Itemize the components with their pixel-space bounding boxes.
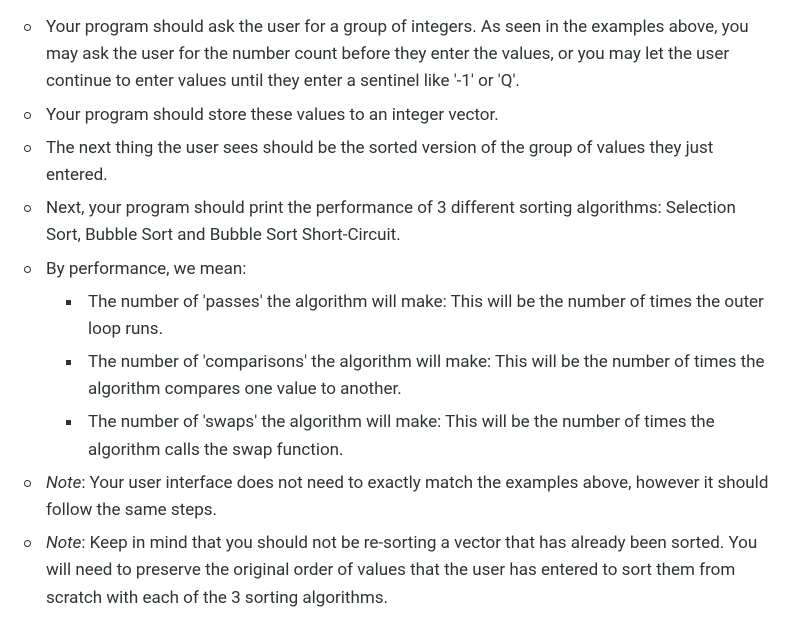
item-text: By performance, we mean: (46, 259, 246, 279)
sub-item-text: The number of 'passes' the algorithm wil… (88, 292, 764, 339)
note-prefix: Note (46, 473, 81, 493)
requirements-list: Your program should ask the user for a g… (10, 14, 771, 612)
sub-list: The number of 'passes' the algorithm wil… (46, 289, 771, 464)
sub-item-text: The number of 'swaps' the algorithm will… (88, 412, 715, 459)
item-text: : Keep in mind that you should not be re… (46, 533, 757, 607)
sub-list-item: The number of 'comparisons' the algorith… (80, 349, 771, 403)
list-item: By performance, we mean: The number of '… (38, 256, 771, 464)
list-item: The next thing the user sees should be t… (38, 135, 771, 189)
list-item: Note: Keep in mind that you should not b… (38, 530, 771, 612)
sub-list-item: The number of 'passes' the algorithm wil… (80, 289, 771, 343)
list-item: Your program should store these values t… (38, 102, 771, 129)
note-prefix: Note (46, 533, 81, 553)
item-text: Next, your program should print the perf… (46, 198, 736, 245)
item-text: Your program should store these values t… (46, 105, 499, 125)
sub-list-item: The number of 'swaps' the algorithm will… (80, 409, 771, 463)
list-item: Note: Your user interface does not need … (38, 470, 771, 524)
list-item: Next, your program should print the perf… (38, 195, 771, 249)
list-item: Your program should ask the user for a g… (38, 14, 771, 96)
item-text: Your program should ask the user for a g… (46, 17, 749, 91)
item-text: : Your user interface does not need to e… (46, 473, 768, 520)
item-text: The next thing the user sees should be t… (46, 138, 713, 185)
sub-item-text: The number of 'comparisons' the algorith… (88, 352, 765, 399)
